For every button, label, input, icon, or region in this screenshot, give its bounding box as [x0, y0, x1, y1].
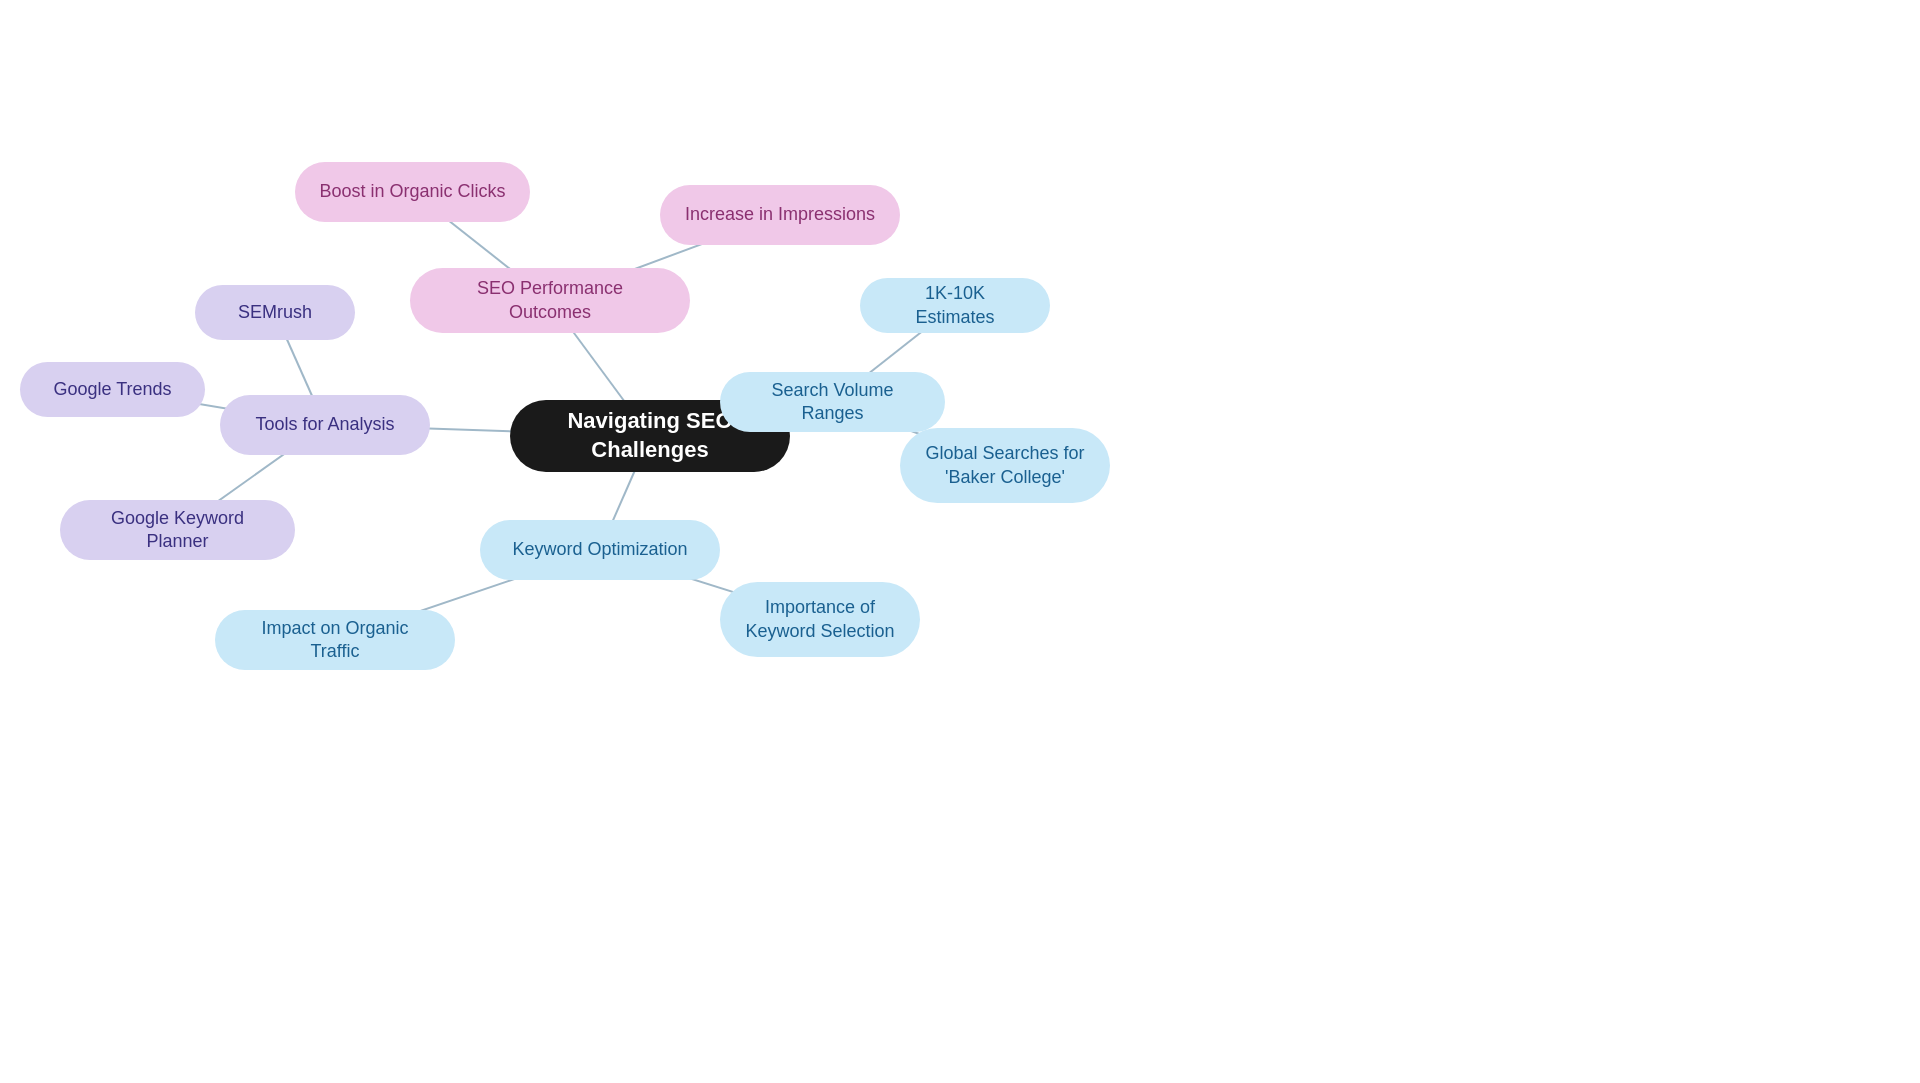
keyword-optimization-label: Keyword Optimization — [512, 538, 687, 561]
importance-keyword-selection-node: Importance of Keyword Selection — [720, 582, 920, 657]
google-keyword-planner-node: Google Keyword Planner — [60, 500, 295, 560]
impact-organic-traffic-node: Impact on Organic Traffic — [215, 610, 455, 670]
semrush-node: SEMrush — [195, 285, 355, 340]
google-trends-node: Google Trends — [20, 362, 205, 417]
increase-impressions-label: Increase in Impressions — [685, 203, 875, 226]
boost-organic-clicks-node: Boost in Organic Clicks — [295, 162, 530, 222]
google-keyword-planner-label: Google Keyword Planner — [84, 507, 271, 554]
google-trends-label: Google Trends — [53, 378, 171, 401]
1k-10k-estimates-node: 1K-10K Estimates — [860, 278, 1050, 333]
seo-performance-outcomes-node: SEO Performance Outcomes — [410, 268, 690, 333]
search-volume-ranges-node: Search Volume Ranges — [720, 372, 945, 432]
importance-keyword-selection-label: Importance of Keyword Selection — [744, 596, 896, 643]
seo-performance-outcomes-label: SEO Performance Outcomes — [434, 277, 666, 324]
boost-organic-clicks-label: Boost in Organic Clicks — [319, 180, 505, 203]
global-searches-baker-label: Global Searches for 'Baker College' — [924, 442, 1086, 489]
tools-for-analysis-node: Tools for Analysis — [220, 395, 430, 455]
search-volume-ranges-label: Search Volume Ranges — [744, 379, 921, 426]
keyword-optimization-node: Keyword Optimization — [480, 520, 720, 580]
semrush-label: SEMrush — [238, 301, 312, 324]
1k-10k-estimates-label: 1K-10K Estimates — [884, 282, 1026, 329]
increase-impressions-node: Increase in Impressions — [660, 185, 900, 245]
impact-organic-traffic-label: Impact on Organic Traffic — [239, 617, 431, 664]
global-searches-baker-node: Global Searches for 'Baker College' — [900, 428, 1110, 503]
tools-for-analysis-label: Tools for Analysis — [255, 413, 394, 436]
